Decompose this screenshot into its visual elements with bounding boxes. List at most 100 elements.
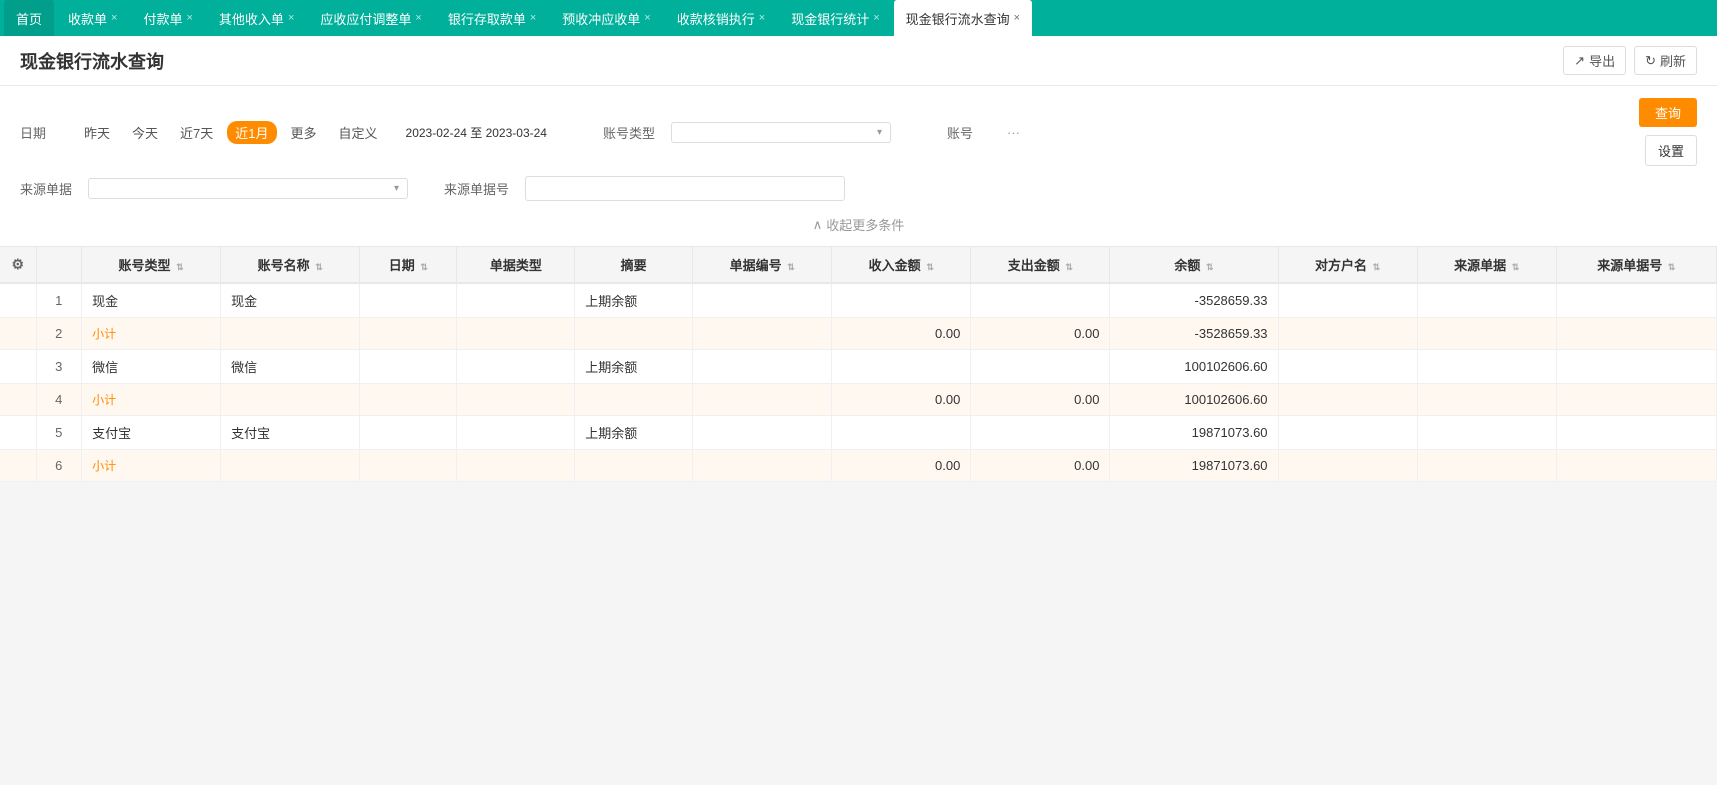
col-doc-no[interactable]: 单据编号 ⇅ xyxy=(693,247,832,283)
cell-income: 0.00 xyxy=(832,318,971,350)
source-doc-num-input-wrap xyxy=(525,176,845,201)
cell-source-doc xyxy=(1417,318,1556,350)
cell-summary: 上期余额 xyxy=(575,350,693,384)
gear-icon[interactable]: ⚙ xyxy=(11,256,24,272)
table-row: 6 小计 0.00 0.00 19871073.60 xyxy=(0,450,1717,482)
col-income[interactable]: 收入金额 ⇅ xyxy=(832,247,971,283)
cell-income xyxy=(832,416,971,450)
nav-tab-bank-deposit[interactable]: 银行存取款单 × xyxy=(436,0,548,36)
account-type-select[interactable]: ▾ xyxy=(671,122,891,143)
col-counterpart[interactable]: 对方户名 ⇅ xyxy=(1278,247,1417,283)
cell-counterpart xyxy=(1278,350,1417,384)
table-body: 1 现金 现金 上期余额 -3528659.33 2 小计 0.00 0.00 … xyxy=(0,283,1717,482)
cell-expense: 0.00 xyxy=(971,318,1110,350)
cell-account-name: 支付宝 xyxy=(221,416,360,450)
nav-tab-receipt-close[interactable]: × xyxy=(111,12,117,24)
header-actions: ↗ 导出 ↻ 刷新 xyxy=(1563,46,1697,75)
col-date[interactable]: 日期 ⇅ xyxy=(360,247,457,283)
export-button[interactable]: ↗ 导出 xyxy=(1563,46,1626,75)
cell-gear xyxy=(0,318,36,350)
date-opt-1month[interactable]: 近1月 xyxy=(227,121,276,144)
date-opt-7days[interactable]: 近7天 xyxy=(172,121,221,144)
cell-income: 0.00 xyxy=(832,450,971,482)
date-options: 昨天 今天 近7天 近1月 更多 自定义 xyxy=(76,121,386,144)
date-opt-today[interactable]: 今天 xyxy=(124,121,166,144)
date-opt-yesterday[interactable]: 昨天 xyxy=(76,121,118,144)
cell-gear xyxy=(0,416,36,450)
filter-row-2: 来源单据 ▾ 来源单据号 xyxy=(20,176,1697,201)
cell-counterpart xyxy=(1278,283,1417,318)
cell-doc-type xyxy=(457,384,575,416)
cell-doc-no xyxy=(693,384,832,416)
nav-tab-writeoff[interactable]: 收款核销执行 × xyxy=(665,0,777,36)
cell-idx: 2 xyxy=(36,318,82,350)
query-button[interactable]: 查询 xyxy=(1639,98,1697,127)
nav-tab-ar-ap[interactable]: 应收应付调整单 × xyxy=(308,0,433,36)
cell-source-doc-no xyxy=(1556,416,1716,450)
filter-row-1: 日期 昨天 今天 近7天 近1月 更多 自定义 2023-02-24 至 202… xyxy=(20,98,1697,166)
right-actions: 查询 设置 xyxy=(1639,98,1697,166)
cell-doc-no xyxy=(693,350,832,384)
col-gear[interactable]: ⚙ xyxy=(0,247,36,283)
source-doc-chevron: ▾ xyxy=(394,183,399,194)
source-doc-label: 来源单据 xyxy=(20,179,72,198)
cell-summary xyxy=(575,384,693,416)
data-table: ⚙ 账号类型 ⇅ 账号名称 ⇅ 日期 ⇅ 单据类型 xyxy=(0,247,1717,482)
col-idx xyxy=(36,247,82,283)
sort-account-name-icon: ⇅ xyxy=(315,262,323,272)
cell-gear xyxy=(0,350,36,384)
cell-summary xyxy=(575,318,693,350)
sort-doc-no-icon: ⇅ xyxy=(787,262,795,272)
nav-tab-cash-flow[interactable]: 现金银行流水查询 × xyxy=(894,0,1032,36)
col-expense[interactable]: 支出金额 ⇅ xyxy=(971,247,1110,283)
sort-account-type-icon: ⇅ xyxy=(176,262,184,272)
col-account-name[interactable]: 账号名称 ⇅ xyxy=(221,247,360,283)
nav-tab-ar-ap-label: 应收应付调整单 xyxy=(320,9,411,28)
nav-tab-other-income[interactable]: 其他收入单 × xyxy=(207,0,306,36)
col-source-doc-no[interactable]: 来源单据号 ⇅ xyxy=(1556,247,1716,283)
nav-tab-payment[interactable]: 付款单 × xyxy=(131,0,204,36)
cell-idx: 4 xyxy=(36,384,82,416)
sort-source-doc-icon: ⇅ xyxy=(1512,262,1520,272)
nav-tab-cash-flow-close[interactable]: × xyxy=(1014,12,1020,24)
col-balance[interactable]: 余额 ⇅ xyxy=(1110,247,1278,283)
account-dots[interactable]: ··· xyxy=(1007,125,1020,140)
nav-tab-bank-deposit-close[interactable]: × xyxy=(530,12,536,24)
cell-doc-type xyxy=(457,450,575,482)
cell-date xyxy=(360,384,457,416)
nav-tab-home[interactable]: 首页 xyxy=(4,0,54,36)
cell-summary: 上期余额 xyxy=(575,416,693,450)
nav-tab-prepayment[interactable]: 预收冲应收单 × xyxy=(550,0,662,36)
refresh-button[interactable]: ↻ 刷新 xyxy=(1634,46,1697,75)
col-source-doc[interactable]: 来源单据 ⇅ xyxy=(1417,247,1556,283)
cell-date xyxy=(360,416,457,450)
cell-income xyxy=(832,350,971,384)
cell-date xyxy=(360,350,457,384)
date-opt-more[interactable]: 更多 xyxy=(283,121,325,144)
settings-button[interactable]: 设置 xyxy=(1645,135,1697,166)
nav-tab-other-income-close[interactable]: × xyxy=(288,12,294,24)
collapse-bar[interactable]: ∧ 收起更多条件 xyxy=(20,211,1697,238)
cell-expense xyxy=(971,283,1110,318)
cell-account-name xyxy=(221,384,360,416)
col-account-type[interactable]: 账号类型 ⇅ xyxy=(82,247,221,283)
col-doc-type: 单据类型 xyxy=(457,247,575,283)
date-opt-custom[interactable]: 自定义 xyxy=(331,121,386,144)
nav-tab-receipt-label: 收款单 xyxy=(68,9,107,28)
cell-summary xyxy=(575,450,693,482)
sort-expense-icon: ⇅ xyxy=(1065,262,1073,272)
source-doc-num-input[interactable] xyxy=(534,181,836,196)
cell-account-name: 微信 xyxy=(221,350,360,384)
nav-tab-prepayment-close[interactable]: × xyxy=(644,12,650,24)
nav-tab-cash-stats[interactable]: 现金银行统计 × xyxy=(779,0,891,36)
export-label: 导出 xyxy=(1589,51,1615,70)
nav-tab-receipt[interactable]: 收款单 × xyxy=(56,0,129,36)
cell-source-doc xyxy=(1417,350,1556,384)
cell-income xyxy=(832,283,971,318)
source-doc-select[interactable]: ▾ xyxy=(88,178,408,199)
cell-idx: 5 xyxy=(36,416,82,450)
nav-tab-cash-stats-close[interactable]: × xyxy=(873,12,879,24)
nav-tab-payment-close[interactable]: × xyxy=(186,12,192,24)
nav-tab-writeoff-close[interactable]: × xyxy=(759,12,765,24)
nav-tab-ar-ap-close[interactable]: × xyxy=(415,12,421,24)
